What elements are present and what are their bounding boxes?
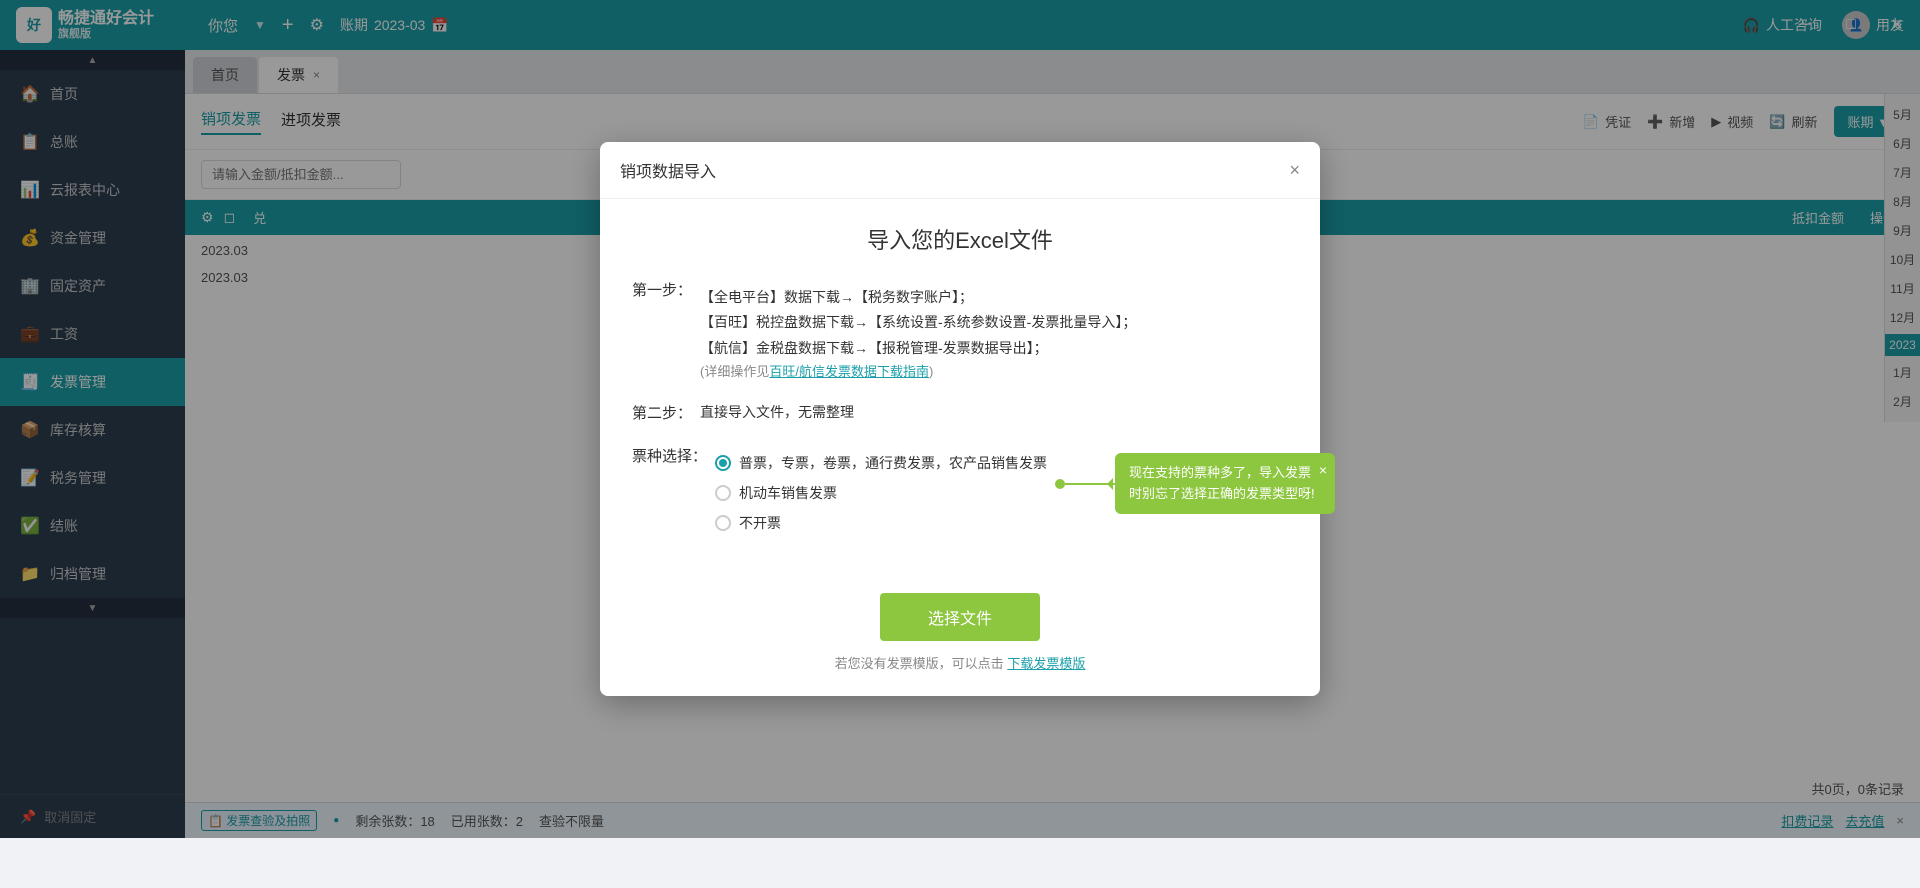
radio-normal-label: 普票，专票，卷票，通行费发票，农产品销售发票: [739, 453, 1047, 473]
ticket-label: 票种选择：: [632, 445, 707, 466]
tooltip-dot: [1055, 479, 1065, 489]
modal-main-title: 导入您的Excel文件: [632, 223, 1288, 255]
modal-hint: 若您没有发票模版，可以点击 下载发票模版: [835, 653, 1086, 672]
tooltip-close-button[interactable]: ×: [1319, 459, 1327, 481]
radio-motor[interactable]: 机动车销售发票: [715, 483, 1047, 503]
step2-label: 第二步：: [632, 402, 692, 423]
modal-header: 销项数据导入 ×: [600, 142, 1320, 199]
step1-note-suffix: ): [929, 364, 933, 379]
step2-text: 直接导入文件，无需整理: [700, 400, 854, 425]
download-template-link[interactable]: 下载发票模版: [1007, 656, 1085, 671]
step1-line-2: 【百旺】税控盘数据下载→【系统设置-系统参数设置-发票批量导入】；: [700, 310, 1136, 335]
step1-section: 第一步： 【全电平台】数据下载→【税务数字账户】； 【百旺】税控盘数据下载→【系…: [632, 279, 1288, 380]
radio-normal[interactable]: 普票，专票，卷票，通行费发票，农产品销售发票: [715, 453, 1047, 473]
import-modal: 销项数据导入 × 导入您的Excel文件 第一步： 【全电平台】数据下载→【税务…: [600, 142, 1320, 696]
select-file-button[interactable]: 选择文件: [880, 593, 1040, 641]
step1-line-1: 【全电平台】数据下载→【税务数字账户】；: [700, 285, 1136, 310]
radio-group: 普票，专票，卷票，通行费发票，农产品销售发票 机动车销售发票: [715, 453, 1047, 533]
modal-footer: 选择文件 若您没有发票模版，可以点击 下载发票模版: [600, 577, 1320, 696]
modal-close-button[interactable]: ×: [1289, 160, 1300, 181]
hint-text-prefix: 若您没有发票模版，可以点击: [835, 656, 1004, 671]
step1-note: (详细操作见百旺/航信发票数据下载指南): [700, 361, 1136, 380]
step1-line-3: 【航信】金税盘数据下载→【报税管理-发票数据导出】；: [700, 336, 1136, 361]
radio-no-invoice-label: 不开票: [739, 513, 781, 533]
radio-normal-dot: [719, 459, 727, 467]
step1-note-prefix: (详细操作见: [700, 364, 769, 379]
tooltip-area: × 现在支持的票种多了，导入发票时别忘了选择正确的发票类型呀!: [1055, 453, 1335, 515]
modal-body: 导入您的Excel文件 第一步： 【全电平台】数据下载→【税务数字账户】； 【百…: [600, 199, 1320, 577]
step1-guide-link[interactable]: 百旺/航信发票数据下载指南: [769, 364, 929, 379]
radio-motor-circle: [715, 485, 731, 501]
step2-section: 第二步： 直接导入文件，无需整理: [632, 400, 1288, 425]
tooltip-text: 现在支持的票种多了，导入发票时别忘了选择正确的发票类型呀!: [1129, 465, 1315, 501]
radio-no-invoice-circle: [715, 515, 731, 531]
radio-motor-label: 机动车销售发票: [739, 483, 837, 503]
modal-overlay: 销项数据导入 × 导入您的Excel文件 第一步： 【全电平台】数据下载→【税务…: [0, 0, 1920, 838]
radio-motor-wrap: 机动车销售发票 × 现在支持的票种多了，导入发票时别忘了选择正确的发票类型呀!: [715, 483, 1047, 503]
modal-title: 销项数据导入: [620, 158, 716, 182]
radio-no-invoice[interactable]: 不开票: [715, 513, 1047, 533]
radio-normal-circle: [715, 455, 731, 471]
tooltip-box: × 现在支持的票种多了，导入发票时别忘了选择正确的发票类型呀!: [1115, 453, 1335, 515]
ticket-section: 票种选择： 普票，专票，卷票，通行费发票，农产品销售发票: [632, 445, 1288, 533]
step1-label: 第一步：: [632, 279, 692, 300]
